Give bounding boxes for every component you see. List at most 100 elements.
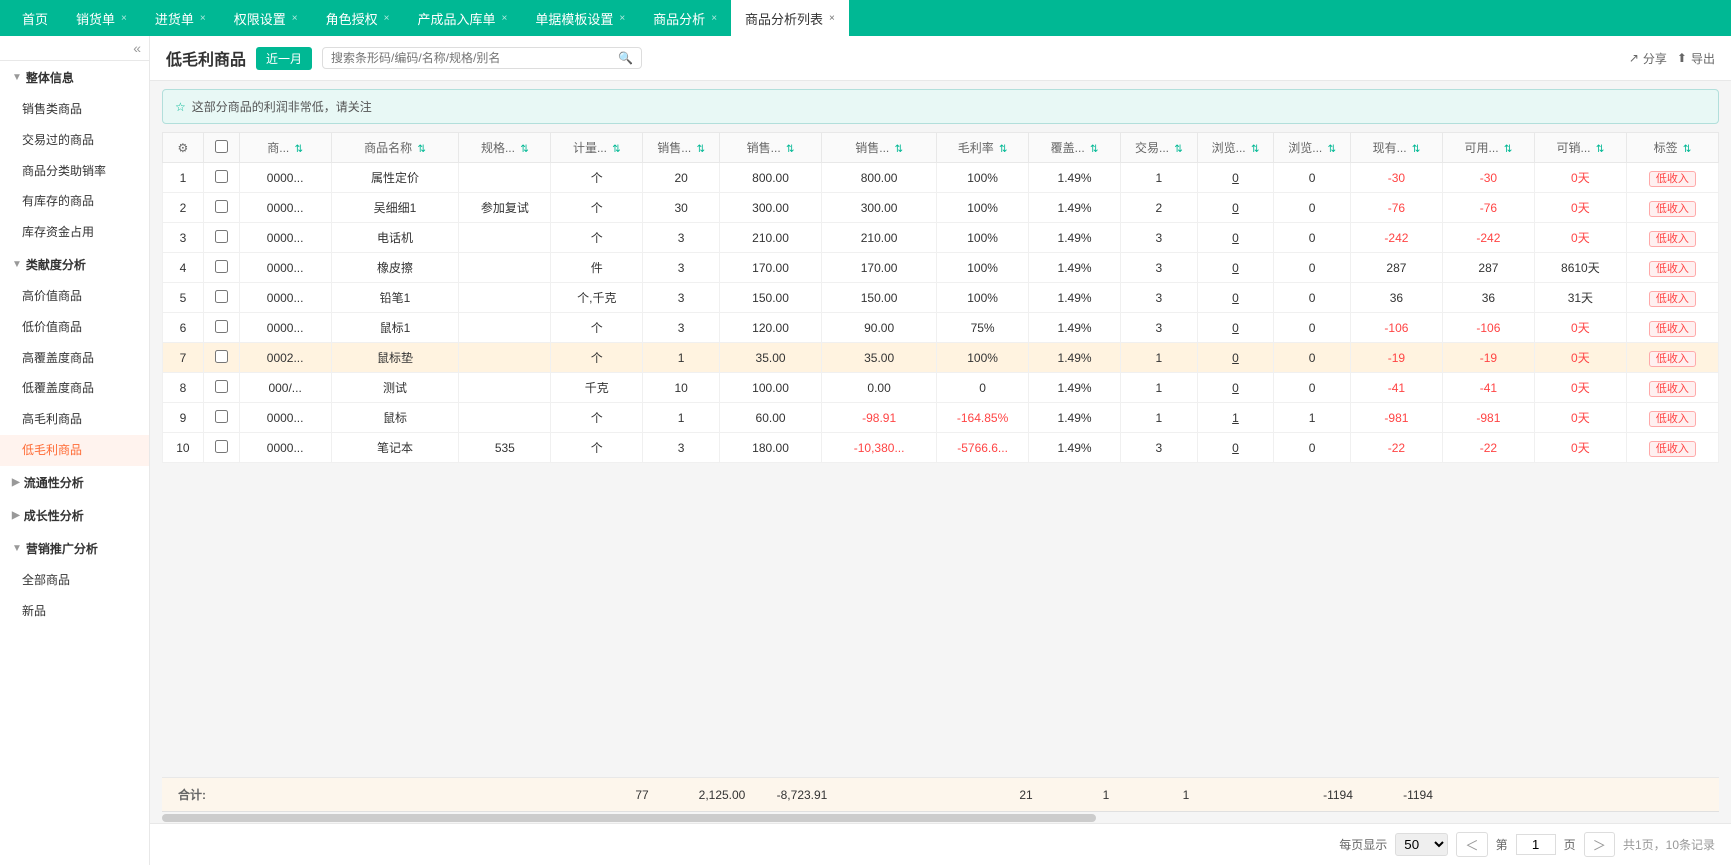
export-button[interactable]: ⬆ 导出 (1677, 50, 1715, 67)
page-input[interactable] (1516, 834, 1556, 855)
nav-purchase[interactable]: 进货单 × (141, 0, 220, 36)
table-row: 2 0000... 吴细细1 参加复试 个 30 300.00 300.00 1… (163, 193, 1719, 223)
cell-view1[interactable]: 0 (1197, 223, 1274, 253)
col-transaction[interactable]: 交易... ⇅ (1121, 133, 1198, 163)
cell-spec (459, 373, 551, 403)
sidebar-item-in-stock[interactable]: 有库存的商品 (0, 186, 149, 217)
col-spec[interactable]: 规格... ⇅ (459, 133, 551, 163)
col-sale-profit[interactable]: 销售... ⇅ (822, 133, 937, 163)
row-checkbox[interactable] (215, 350, 228, 363)
cell-view1[interactable]: 0 (1197, 253, 1274, 283)
sidebar-item-sales-goods[interactable]: 销售类商品 (0, 94, 149, 125)
row-checkbox[interactable] (215, 290, 228, 303)
sidebar-item-low-margin[interactable]: 低毛利商品 (0, 435, 149, 466)
cell-checkbox[interactable] (203, 403, 239, 433)
cell-view1[interactable]: 0 (1197, 373, 1274, 403)
cell-checkbox[interactable] (203, 193, 239, 223)
close-icon[interactable]: × (121, 13, 127, 24)
close-icon[interactable]: × (292, 13, 298, 24)
col-tag[interactable]: 标签 ⇅ (1626, 133, 1718, 163)
sidebar-group-liquidity[interactable]: ▶ 流通性分析 (0, 466, 149, 499)
cell-view1[interactable]: 0 (1197, 193, 1274, 223)
cell-coverage: 1.49% (1029, 433, 1121, 463)
col-sale-price[interactable]: 销售... ⇅ (719, 133, 821, 163)
cell-checkbox[interactable] (203, 343, 239, 373)
col-name[interactable]: 商品名称 ⇅ (331, 133, 459, 163)
table-container[interactable]: ⚙ 商... ⇅ 商品名称 ⇅ 规格... ⇅ 计量... ⇅ 销售... ⇅ … (162, 132, 1719, 777)
row-checkbox[interactable] (215, 230, 228, 243)
close-icon[interactable]: × (501, 13, 507, 24)
row-checkbox[interactable] (215, 440, 228, 453)
scrollbar-thumb[interactable] (162, 814, 1096, 822)
nav-roles[interactable]: 角色授权 × (312, 0, 404, 36)
next-page-button[interactable]: ＞ (1584, 832, 1615, 857)
cell-view1[interactable]: 1 (1197, 403, 1274, 433)
sidebar-item-high-coverage[interactable]: 高覆盖度商品 (0, 343, 149, 374)
col-unit[interactable]: 计量... ⇅ (551, 133, 643, 163)
close-icon[interactable]: × (384, 13, 390, 24)
nav-product-analysis[interactable]: 商品分析 × (639, 0, 731, 36)
row-checkbox[interactable] (215, 410, 228, 423)
col-saleable[interactable]: 可销... ⇅ (1534, 133, 1626, 163)
col-available[interactable]: 可用... ⇅ (1442, 133, 1534, 163)
col-view1[interactable]: 浏览... ⇅ (1197, 133, 1274, 163)
sidebar-item-new-goods[interactable]: 新品 (0, 596, 149, 627)
nav-product-entry[interactable]: 产成品入库单 × (403, 0, 521, 36)
col-gross-margin[interactable]: 毛利率 ⇅ (937, 133, 1029, 163)
col-current-stock[interactable]: 现有... ⇅ (1350, 133, 1442, 163)
sidebar-item-category-rate[interactable]: 商品分类助销率 (0, 156, 149, 187)
row-checkbox[interactable] (215, 380, 228, 393)
close-icon[interactable]: × (200, 13, 206, 24)
sidebar-collapse-btn[interactable]: « (0, 36, 149, 61)
cell-checkbox[interactable] (203, 253, 239, 283)
prev-page-button[interactable]: ＜ (1456, 832, 1487, 857)
sidebar-item-traded-goods[interactable]: 交易过的商品 (0, 125, 149, 156)
sidebar-item-all-goods[interactable]: 全部商品 (0, 565, 149, 596)
row-checkbox[interactable] (215, 170, 228, 183)
close-icon[interactable]: × (619, 13, 625, 24)
cell-checkbox[interactable] (203, 313, 239, 343)
search-input[interactable] (331, 51, 618, 65)
nav-product-analysis-list[interactable]: 商品分析列表 × (731, 0, 849, 36)
row-checkbox[interactable] (215, 320, 228, 333)
close-icon[interactable]: × (711, 13, 717, 24)
cell-checkbox[interactable] (203, 223, 239, 253)
sidebar-group-overall[interactable]: ▼ 整体信息 (0, 61, 149, 94)
share-button[interactable]: ↗ 分享 (1629, 50, 1667, 67)
cell-checkbox[interactable] (203, 283, 239, 313)
sidebar-group-contribution[interactable]: ▼ 类献度分析 (0, 248, 149, 281)
sidebar-item-low-coverage[interactable]: 低覆盖度商品 (0, 373, 149, 404)
col-coverage[interactable]: 覆盖... ⇅ (1029, 133, 1121, 163)
col-code[interactable]: 商... ⇅ (239, 133, 331, 163)
col-view2[interactable]: 浏览... ⇅ (1274, 133, 1351, 163)
cell-checkbox[interactable] (203, 163, 239, 193)
scrollbar-area[interactable] (162, 811, 1719, 823)
sidebar-item-high-value[interactable]: 高价值商品 (0, 281, 149, 312)
col-sale-qty[interactable]: 销售... ⇅ (643, 133, 720, 163)
cell-view1[interactable]: 0 (1197, 313, 1274, 343)
sidebar-item-high-margin[interactable]: 高毛利商品 (0, 404, 149, 435)
nav-sales[interactable]: 销货单 × (62, 0, 141, 36)
cell-view1[interactable]: 0 (1197, 163, 1274, 193)
per-page-select[interactable]: 50 100 200 (1395, 833, 1448, 856)
cell-checkbox[interactable] (203, 373, 239, 403)
sidebar-group-marketing[interactable]: ▼ 营销推广分析 (0, 532, 149, 565)
select-all-checkbox[interactable] (215, 140, 228, 153)
nav-home[interactable]: 首页 (8, 0, 62, 36)
cell-view1[interactable]: 0 (1197, 343, 1274, 373)
row-checkbox[interactable] (215, 200, 228, 213)
cell-checkbox[interactable] (203, 433, 239, 463)
sidebar-item-low-value[interactable]: 低价值商品 (0, 312, 149, 343)
cell-view1[interactable]: 0 (1197, 433, 1274, 463)
sidebar-item-capital[interactable]: 库存资金占用 (0, 217, 149, 248)
search-icon[interactable]: 🔍 (618, 51, 633, 65)
row-checkbox[interactable] (215, 260, 228, 273)
date-filter-button[interactable]: 近一月 (256, 47, 312, 70)
close-icon[interactable]: × (829, 13, 835, 24)
col-settings[interactable]: ⚙ (163, 133, 204, 163)
sidebar-group-growth[interactable]: ▶ 成长性分析 (0, 499, 149, 532)
cell-view1[interactable]: 0 (1197, 283, 1274, 313)
nav-template[interactable]: 单据模板设置 × (521, 0, 639, 36)
col-checkbox[interactable] (203, 133, 239, 163)
nav-permissions[interactable]: 权限设置 × (220, 0, 312, 36)
